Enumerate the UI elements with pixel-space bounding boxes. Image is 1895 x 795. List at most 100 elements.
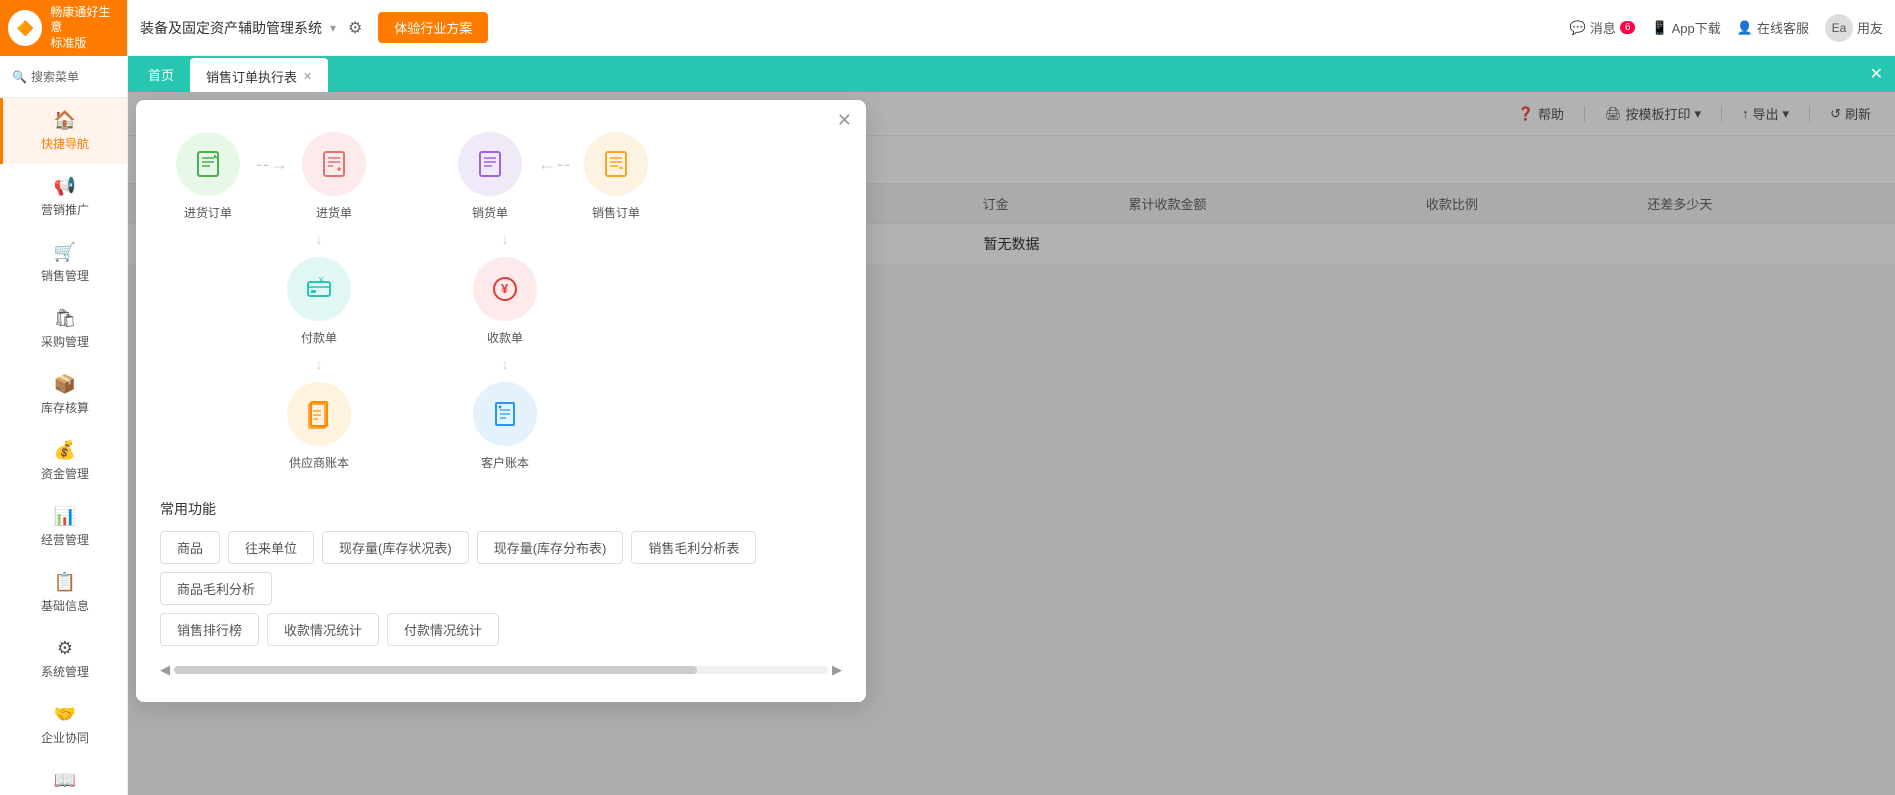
scrollbar-thumb — [174, 666, 697, 674]
experience-btn[interactable]: 体验行业方案 — [378, 12, 488, 43]
h-arrow-1: - - → — [256, 154, 286, 175]
purchase-order-label: 进货订单 — [184, 204, 232, 221]
finance-icon: 💰 — [54, 440, 76, 461]
sidebar-item-new-guide[interactable]: 📖 新手引导 — [0, 758, 127, 795]
marketing-icon: 📢 — [54, 176, 76, 197]
tabbar: 首页 销售订单执行表 ✕ ✕ — [128, 56, 1895, 92]
operations-icon: 📊 — [54, 506, 76, 527]
v-arrow-3: ↓ — [502, 231, 509, 247]
sidebar-item-enterprise[interactable]: 🤝 企业协同 — [0, 692, 127, 758]
customer-ledger-icon — [473, 382, 537, 446]
quick-guide-popup: ✕ — [136, 100, 866, 702]
func-btn-goods[interactable]: 商品 — [160, 531, 220, 564]
message-badge: 6 — [1620, 21, 1636, 34]
system-title: 装备及固定资产辅助管理系统 — [140, 18, 322, 38]
sales-order-label: 销售订单 — [592, 204, 640, 221]
purchase-icon: 🛍 — [54, 308, 77, 329]
search-icon: 🔍 — [12, 70, 27, 84]
flow-purchase-bill[interactable]: 进货单 — [286, 124, 382, 229]
app-download-icon: 📱 — [1651, 20, 1667, 36]
topbar-right: 💬 消息 6 📱 App下载 👤 在线客服 Ea 用友 — [1570, 14, 1883, 42]
sidebar-item-inventory[interactable]: 📦 库存核算 — [0, 362, 127, 428]
avatar: Ea — [1825, 14, 1853, 42]
sidebar-item-quick-nav[interactable]: 🏠 快捷导航 — [0, 98, 127, 164]
basic-info-icon: 📋 — [54, 572, 76, 593]
func-btn-payment-stats[interactable]: 付款情况统计 — [387, 613, 499, 646]
flow-receipt-bill[interactable]: ¥ 收款单 — [457, 249, 553, 354]
v-arrow-2: ↓ — [316, 356, 323, 372]
tab-home[interactable]: 首页 — [132, 56, 190, 92]
common-funcs: 常用功能 商品 往来单位 现存量(库存状况表) 现存量(库存分布表) 销售毛利分… — [160, 499, 842, 646]
sales-bill-label: 销货单 — [472, 204, 508, 221]
func-btn-sales-rank[interactable]: 销售排行榜 — [160, 613, 259, 646]
tab-close-icon[interactable]: ✕ — [303, 70, 312, 83]
payment-bill-label: 付款单 — [301, 329, 337, 346]
sales-bill-icon — [458, 132, 522, 196]
sales-order-icon — [584, 132, 648, 196]
tabbar-close-icon[interactable]: ✕ — [1858, 64, 1895, 84]
purchase-bill-label: 进货单 — [316, 204, 352, 221]
sidebar-search[interactable]: 🔍 搜索菜单 — [0, 56, 127, 98]
scrollbar-track[interactable] — [174, 666, 828, 674]
sidebar-item-sales[interactable]: 🛒 销售管理 — [0, 230, 127, 296]
main-content: 装备及固定资产辅助管理系统 ▾ ⚙ 体验行业方案 💬 消息 6 📱 App下载 … — [128, 0, 1895, 795]
inventory-icon: 📦 — [54, 374, 76, 395]
logo-icon: 🔶 — [8, 10, 42, 46]
online-service-icon: 👤 — [1737, 20, 1753, 36]
common-funcs-btns-row2: 销售排行榜 收款情况统计 付款情况统计 — [160, 613, 842, 646]
func-btn-stock-dist[interactable]: 现存量(库存分布表) — [477, 531, 624, 564]
app-download-item[interactable]: 📱 App下载 — [1651, 18, 1720, 37]
func-btn-receipt-stats[interactable]: 收款情况统计 — [267, 613, 379, 646]
svg-text:¥: ¥ — [501, 281, 509, 296]
sidebar-item-basic-info[interactable]: 📋 基础信息 — [0, 560, 127, 626]
flow-sales-order[interactable]: 销售订单 — [568, 124, 664, 229]
supplier-ledger-label: 供应商账本 — [289, 454, 349, 471]
func-btn-sales-profit[interactable]: 销售毛利分析表 — [631, 531, 756, 564]
user-item[interactable]: Ea 用友 — [1825, 14, 1883, 42]
topbar: 装备及固定资产辅助管理系统 ▾ ⚙ 体验行业方案 💬 消息 6 📱 App下载 … — [128, 0, 1895, 56]
flow-sales-bill[interactable]: 销货单 — [442, 124, 538, 229]
popup-overlay[interactable]: ✕ — [128, 92, 1895, 795]
tab-sales-order-exec[interactable]: 销售订单执行表 ✕ — [190, 58, 328, 94]
customer-ledger-label: 客户账本 — [481, 454, 529, 471]
search-menu-button[interactable]: 🔍 搜索菜单 — [8, 64, 119, 89]
flow-supplier-ledger[interactable]: 供应商账本 — [271, 374, 367, 479]
purchase-order-icon — [176, 132, 240, 196]
flow-customer-ledger[interactable]: 客户账本 — [457, 374, 553, 479]
sales-icon: 🛒 — [54, 242, 76, 263]
sidebar: 🔶 畅康通好生意 标准版 🔍 搜索菜单 🏠 快捷导航 📢 营销推广 🛒 — [0, 0, 128, 795]
sidebar-item-operations[interactable]: 📊 经营管理 — [0, 494, 127, 560]
flow-diagram: 进货订单 - - → 进货单 — [160, 124, 842, 479]
flow-payment-bill[interactable]: ¥ 付款单 — [271, 249, 367, 354]
message-icon: 💬 — [1570, 20, 1586, 36]
h-arrow-2: ← - - — [538, 154, 568, 175]
func-btn-goods-profit[interactable]: 商品毛利分析 — [160, 572, 272, 605]
scroll-right-icon[interactable]: ▶ — [832, 662, 842, 678]
sidebar-item-system[interactable]: ⚙ 系统管理 — [0, 626, 127, 692]
func-btn-partner[interactable]: 往来单位 — [228, 531, 314, 564]
v-arrow-1: ↓ — [316, 231, 323, 247]
purchase-bill-icon — [302, 132, 366, 196]
sidebar-item-marketing[interactable]: 📢 营销推广 — [0, 164, 127, 230]
flow-purchase-order[interactable]: 进货订单 — [160, 124, 256, 229]
topbar-arrow-icon[interactable]: ▾ — [330, 21, 336, 35]
app-logo: 🔶 畅康通好生意 标准版 — [0, 0, 127, 56]
popup-scrollbar-row: ◀ ▶ — [160, 662, 842, 678]
common-funcs-title: 常用功能 — [160, 499, 842, 519]
receipt-bill-label: 收款单 — [487, 329, 523, 346]
message-item[interactable]: 💬 消息 6 — [1570, 18, 1636, 37]
sidebar-nav: 🏠 快捷导航 📢 营销推广 🛒 销售管理 🛍 采购管理 📦 库存核算 💰 — [0, 98, 127, 795]
logo-text: 畅康通好生意 标准版 — [50, 5, 119, 52]
sidebar-item-purchase[interactable]: 🛍 采购管理 — [0, 296, 127, 362]
sidebar-item-finance[interactable]: 💰 资金管理 — [0, 428, 127, 494]
supplier-ledger-icon — [287, 382, 351, 446]
scroll-left-icon[interactable]: ◀ — [160, 662, 170, 678]
func-btn-stock-status[interactable]: 现存量(库存状况表) — [322, 531, 469, 564]
svg-text:¥: ¥ — [318, 276, 324, 285]
home-icon: 🏠 — [54, 110, 76, 131]
popup-close-btn[interactable]: ✕ — [837, 110, 852, 131]
topbar-settings-icon[interactable]: ⚙ — [348, 18, 362, 38]
common-funcs-btns: 商品 往来单位 现存量(库存状况表) 现存量(库存分布表) 销售毛利分析表 商品… — [160, 531, 842, 605]
online-service-item[interactable]: 👤 在线客服 — [1737, 18, 1809, 37]
system-icon: ⚙ — [57, 638, 73, 659]
